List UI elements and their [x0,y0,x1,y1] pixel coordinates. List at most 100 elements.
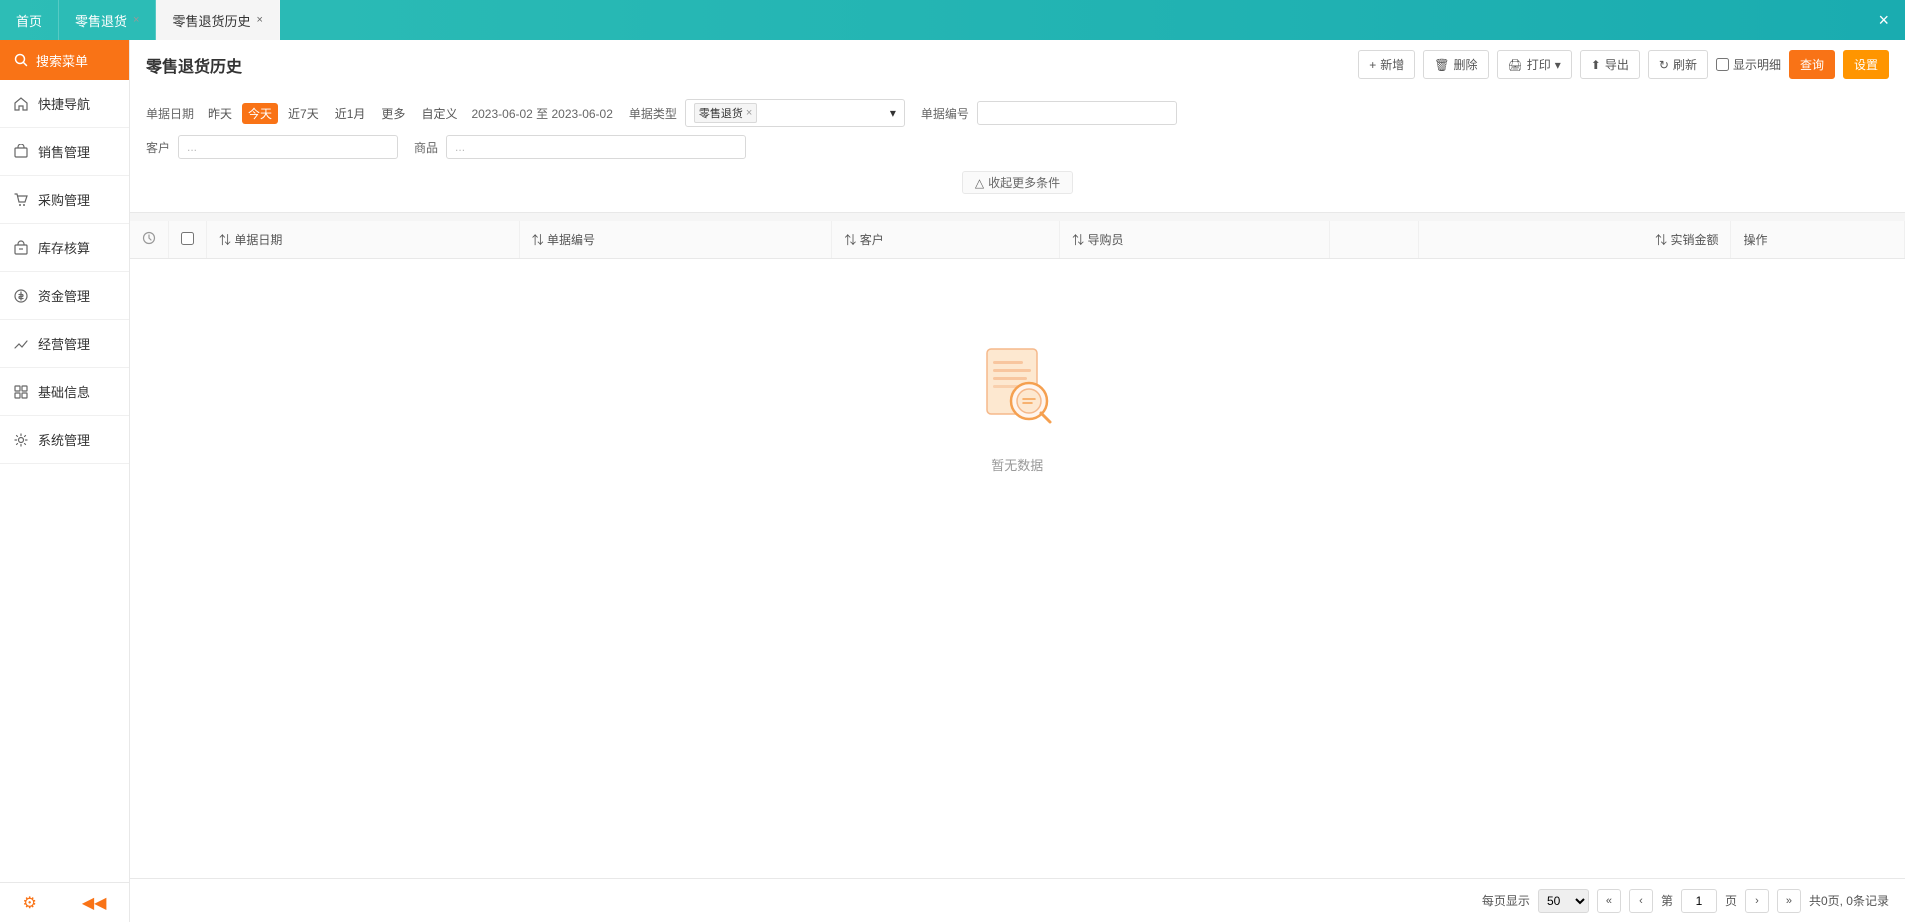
collapse-label: 收起更多条件 [988,174,1060,191]
new-icon: + [1369,58,1376,72]
display-toggle[interactable]: 显示明细 [1716,56,1781,73]
date-btn-yesterday[interactable]: 昨天 [202,103,238,124]
filter-row-1: 单据日期 昨天 今天 近7天 近1月 更多 自定义 2023-06-02 至 2… [146,99,1889,127]
delete-button[interactable]: 🗑 删除 [1423,50,1488,79]
new-label: 新增 [1380,56,1404,73]
select-all-checkbox[interactable] [181,232,194,245]
th-settings[interactable] [130,221,169,259]
query-label: 查询 [1800,56,1824,73]
date-btn-7days[interactable]: 近7天 [282,103,325,124]
th-number-label: ⇅ 单据编号 [532,233,595,247]
sidebar-search[interactable]: 搜索菜单 [0,40,129,80]
toolbar-buttons: + 新增 🗑 删除 🖨 打印 ▾ ⬆ 导出 [1358,50,1889,79]
search-icon [12,51,30,69]
sidebar-item-system[interactable]: 系统管理 [0,416,129,464]
sidebar-item-base-info-label: 基础信息 [38,382,90,401]
date-btn-custom[interactable]: 自定义 [415,103,463,124]
page-title-row: 零售退货历史 + 新增 🗑 删除 🖨 打印 ▾ [146,50,1889,79]
export-label: 导出 [1605,56,1629,73]
content-area: 零售退货历史 + 新增 🗑 删除 🖨 打印 ▾ [130,40,1905,922]
sidebar-item-sales[interactable]: 销售管理 [0,128,129,176]
settings-gear-icon[interactable]: ⚙ [23,893,37,913]
display-checkbox[interactable] [1716,58,1729,71]
sidebar-item-system-label: 系统管理 [38,430,90,449]
sidebar-bottom: ⚙ ◀◀ [0,882,129,922]
tab-home-text: 首页 [16,11,42,30]
sidebar-menu: 快捷导航 销售管理 [0,80,129,882]
filter-date-buttons: 昨天 今天 近7天 近1月 更多 自定义 [202,103,463,124]
th-amount[interactable]: ⇅ 实销金额 [1418,221,1731,259]
sidebar-search-label: 搜索菜单 [36,51,88,70]
purchase-icon [12,191,30,209]
sidebar-item-home[interactable]: 快捷导航 [0,80,129,128]
settings-label: 设置 [1854,56,1878,73]
date-btn-more[interactable]: 更多 [375,103,411,124]
empty-illustration [967,339,1067,439]
date-btn-1month[interactable]: 近1月 [329,103,372,124]
sidebar-item-inventory[interactable]: 库存核算 [0,224,129,272]
page-title: 零售退货历史 [146,53,242,77]
new-button[interactable]: + 新增 [1358,50,1415,79]
settings-button[interactable]: 设置 [1843,50,1889,79]
filter-type-label: 单据类型 [629,105,677,122]
tab-retail-return-close[interactable]: × [133,14,139,26]
sidebar-item-business-label: 经营管理 [38,334,90,353]
th-date[interactable]: ⇅ 单据日期 [207,221,520,259]
refresh-button[interactable]: ↻ 刷新 [1648,50,1708,79]
empty-state: 暂无数据 [130,259,1905,554]
tab-retail-return-label: 零售退货 [75,11,127,30]
filter-row-2: 客户 商品 [146,135,1889,159]
th-customer[interactable]: ⇅ 客户 [832,221,1060,259]
th-actions: 操作 [1731,221,1905,259]
pagination-first-btn[interactable]: « [1597,889,1621,913]
filter-number-group: 单据编号 [921,101,1177,125]
volume-icon[interactable]: ◀◀ [82,893,107,913]
sidebar-item-finance-label: 资金管理 [38,286,90,305]
page-suffix: 页 [1725,892,1737,909]
filter-goods-input[interactable] [446,135,746,159]
pagination-prev-btn[interactable]: ‹ [1629,889,1653,913]
tab-bar: + 新增 首页 零售退货 × 零售退货历史 × [0,0,1862,40]
sidebar-item-business[interactable]: 经营管理 [0,320,129,368]
filter-type-value: 零售退货 [699,105,743,121]
page-number-input[interactable] [1681,889,1717,913]
tab-retail-return-history-close[interactable]: × [256,14,262,26]
tab-retail-return[interactable]: 零售退货 × [59,0,156,40]
sidebar-item-inventory-label: 库存核算 [38,238,90,257]
th-checkbox[interactable] [169,221,207,259]
tab-retail-return-history[interactable]: 零售退货历史 × [156,0,279,40]
per-page-select[interactable]: 20 50 100 [1538,889,1589,913]
print-icon: 🖨 [1508,58,1523,72]
delete-icon: 🗑 [1434,58,1449,72]
print-arrow: ▾ [1555,58,1561,72]
sidebar-item-finance[interactable]: 资金管理 [0,272,129,320]
sidebar-item-home-label: 快捷导航 [38,94,90,113]
data-table: ⇅ 单据日期 ⇅ 单据编号 ⇅ 客户 ⇅ 导购员 ⇅ [130,221,1905,554]
print-button[interactable]: 🖨 打印 ▾ [1497,50,1572,79]
pagination-last-btn[interactable]: » [1777,889,1801,913]
export-icon: ⬆ [1591,58,1601,72]
th-number[interactable]: ⇅ 单据编号 [519,221,832,259]
empty-text: 暂无数据 [991,455,1043,474]
filter-number-input[interactable] [977,101,1177,125]
filter-type-select[interactable]: 零售退货 × ▾ [685,99,905,127]
sidebar-item-purchase[interactable]: 采购管理 [0,176,129,224]
top-bar: + 新增 首页 零售退货 × 零售退货历史 × × [0,0,1905,40]
sidebar-item-base-info[interactable]: 基础信息 [0,368,129,416]
window-close-button[interactable]: × [1862,10,1905,31]
collapse-button[interactable]: △ 收起更多条件 [962,171,1073,194]
filter-customer-input[interactable] [178,135,398,159]
pagination-next-btn[interactable]: › [1745,889,1769,913]
export-button[interactable]: ⬆ 导出 [1580,50,1640,79]
filter-goods-label: 商品 [414,139,438,156]
date-btn-today[interactable]: 今天 [242,103,278,124]
th-guide[interactable]: ⇅ 导购员 [1060,221,1330,259]
empty-row: 暂无数据 [130,259,1905,555]
filter-type-tag-close[interactable]: × [746,107,752,119]
sidebar: 搜索菜单 快捷导航 销售管理 [0,40,130,922]
refresh-icon: ↻ [1659,58,1669,72]
filter-area: 单据日期 昨天 今天 近7天 近1月 更多 自定义 2023-06-02 至 2… [146,89,1889,212]
tab-home[interactable]: + 新增 首页 [0,0,59,40]
filter-customer-label: 客户 [146,139,170,156]
query-button[interactable]: 查询 [1789,50,1835,79]
